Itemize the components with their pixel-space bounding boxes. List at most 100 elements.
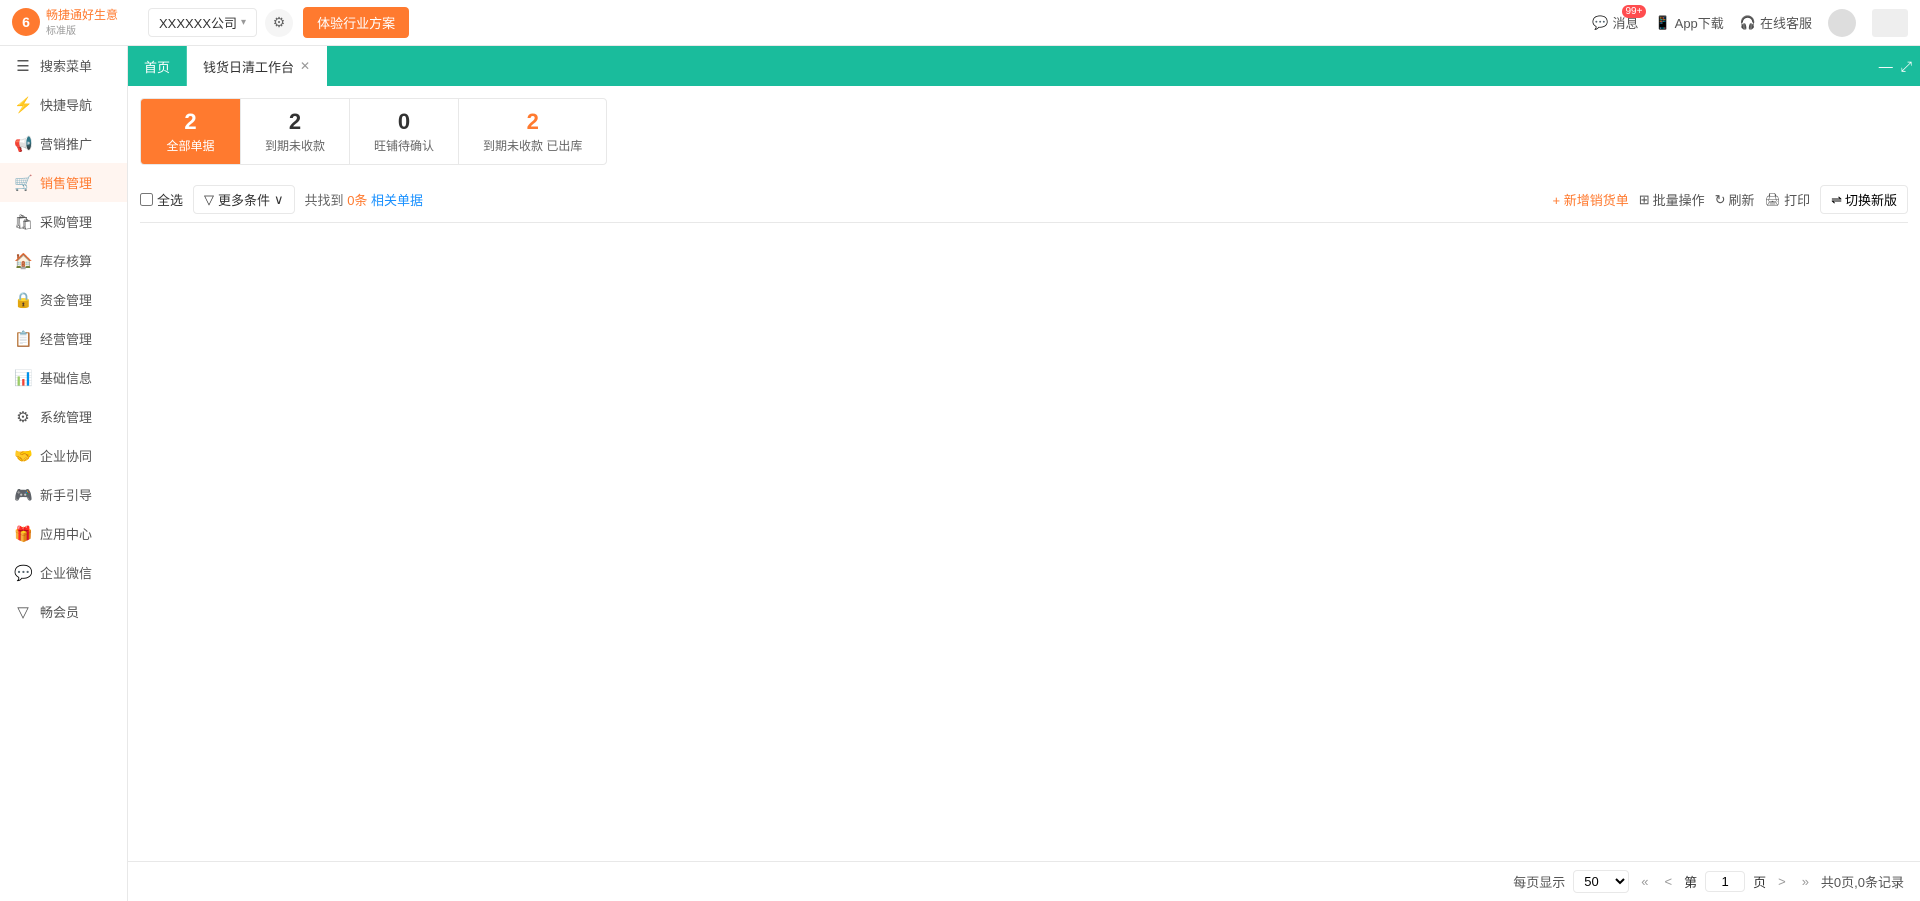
message-action[interactable]: 💬 消息 99+ (1592, 13, 1638, 32)
download-icon: 📱 (1654, 15, 1670, 31)
batch-operation-button[interactable]: ⊞ 批量操作 (1639, 190, 1705, 209)
sidebar-label-beginner: 新手引导 (40, 485, 92, 504)
filter-chevron: ∨ (274, 192, 284, 208)
sidebar-item-enterprise-wechat[interactable]: 💬 企业微信 (0, 553, 127, 592)
sidebar-label-quick-nav: 快捷导航 (40, 95, 92, 114)
switch-icon: ⇌ (1831, 192, 1842, 208)
logo-text: 畅捷通好生意 (46, 8, 118, 22)
finance-icon: 🔒 (14, 291, 32, 309)
batch-label: 批量操作 (1653, 190, 1705, 209)
sidebar-label-sales: 销售管理 (40, 173, 92, 192)
sidebar-item-app-center[interactable]: 🎁 应用中心 (0, 514, 127, 553)
settings-button[interactable]: ⚙ (265, 9, 293, 37)
sidebar-item-vip[interactable]: ▽ 畅会员 (0, 592, 127, 631)
found-text: 共找到 0条 相关单据 (305, 190, 424, 209)
first-page-button[interactable]: « (1637, 872, 1652, 891)
sidebar-item-beginner[interactable]: 🎮 新手引导 (0, 475, 127, 514)
basic-info-icon: 📊 (14, 369, 32, 387)
more-filter-button[interactable]: ▽ 更多条件 ∨ (193, 185, 295, 214)
gear-icon: ⚙ (273, 14, 286, 31)
page-number-input[interactable] (1705, 871, 1745, 892)
tab-maximize-button[interactable]: ⤢ (1901, 58, 1912, 75)
toolbar-left: 全选 ▽ 更多条件 ∨ 共找到 0条 相关单据 (140, 185, 423, 214)
sidebar-label-finance: 资金管理 (40, 290, 92, 309)
message-icon: 💬 (1592, 15, 1608, 31)
switch-label: 切换新版 (1845, 190, 1897, 209)
refresh-button[interactable]: ↻ 刷新 (1715, 190, 1755, 209)
next-page-button[interactable]: > (1774, 872, 1790, 891)
select-all-checkbox[interactable]: 全选 (140, 190, 183, 209)
system-icon: ⚙ (14, 408, 32, 426)
sidebar-item-quick-nav[interactable]: ⚡ 快捷导航 (0, 85, 127, 124)
sidebar-item-system[interactable]: ⚙ 系统管理 (0, 397, 127, 436)
stat-label-overdue: 到期未收款 (265, 137, 325, 154)
page-size-select[interactable]: 50 100 200 (1573, 870, 1629, 893)
company-selector[interactable]: XXXXXX公司 ▾ (148, 8, 257, 37)
logo-icon: 6 (12, 8, 40, 36)
stat-tab-wangpu[interactable]: 0 旺铺待确认 (350, 99, 459, 164)
tab-home-label: 首页 (144, 57, 170, 76)
tab-workbench-close[interactable]: ✕ (300, 59, 310, 73)
tab-workbench[interactable]: 钱货日清工作台 ✕ (187, 46, 327, 86)
sidebar-item-marketing[interactable]: 📢 营销推广 (0, 124, 127, 163)
sidebar-label-basic-info: 基础信息 (40, 368, 92, 387)
sidebar-label-search-menu: 搜索菜单 (40, 56, 92, 75)
stat-tab-overdue[interactable]: 2 到期未收款 (241, 99, 350, 164)
logo-area: 6 畅捷通好生意 标准版 (12, 8, 140, 37)
tab-workbench-label: 钱货日清工作台 (203, 57, 294, 76)
filter-icon: ▽ (204, 192, 214, 208)
top-header: 6 畅捷通好生意 标准版 XXXXXX公司 ▾ ⚙ 体验行业方案 💬 消息 99… (0, 0, 1920, 46)
message-badge: 99+ (1622, 5, 1647, 18)
avatar[interactable] (1828, 9, 1856, 37)
stat-tab-overdue-shipped[interactable]: 2 到期未收款 已出库 (459, 99, 606, 164)
refresh-icon: ↻ (1715, 192, 1726, 208)
switch-version-button[interactable]: ⇌ 切换新版 (1820, 185, 1908, 214)
sidebar-item-inventory[interactable]: 🏠 库存核算 (0, 241, 127, 280)
sidebar-item-basic-info[interactable]: 📊 基础信息 (0, 358, 127, 397)
stat-num-overdue: 2 (265, 109, 325, 135)
sidebar-label-enterprise-coop: 企业协同 (40, 446, 92, 465)
sidebar-item-sales[interactable]: 🛒 销售管理 (0, 163, 127, 202)
sidebar-label-inventory: 库存核算 (40, 251, 92, 270)
sidebar-item-purchase[interactable]: 🛍 采购管理 (0, 202, 127, 241)
stat-num-wangpu: 0 (374, 109, 434, 135)
company-name: XXXXXX公司 (159, 13, 237, 32)
app-download-label: App下载 (1675, 13, 1724, 32)
content-inner: 2 全部单据 2 到期未收款 0 旺铺待确认 2 到期未收款 已出库 全选 (128, 86, 1920, 901)
tab-home[interactable]: 首页 (128, 46, 187, 86)
user-menu[interactable] (1872, 9, 1908, 37)
enterprise-coop-icon: 🤝 (14, 447, 32, 465)
stat-label-overdue-shipped: 到期未收款 已出库 (483, 137, 582, 154)
last-page-button[interactable]: » (1798, 872, 1813, 891)
prev-page-button[interactable]: < (1660, 872, 1676, 891)
sidebar-label-system: 系统管理 (40, 407, 92, 426)
inventory-icon: 🏠 (14, 252, 32, 270)
sidebar-item-operations[interactable]: 📋 经营管理 (0, 319, 127, 358)
main-content: 2 全部单据 2 到期未收款 0 旺铺待确认 2 到期未收款 已出库 全选 (128, 86, 1920, 901)
header-right: 💬 消息 99+ 📱 App下载 🎧 在线客服 (1592, 9, 1908, 37)
print-button[interactable]: 🖨 打印 (1765, 190, 1811, 209)
app-download-action[interactable]: 📱 App下载 (1654, 13, 1723, 32)
toolbar-right: + 新增销货单 ⊞ 批量操作 ↻ 刷新 🖨 打印 ⇌ 切换新版 (1552, 185, 1908, 214)
found-prefix: 共找到 (305, 193, 344, 208)
print-icon: 🖨 (1765, 192, 1782, 208)
sidebar-item-search-menu[interactable]: ☰ 搜索菜单 (0, 46, 127, 85)
page-unit: 页 (1753, 872, 1766, 891)
stat-num-all: 2 (165, 109, 216, 135)
operations-icon: 📋 (14, 330, 32, 348)
stat-tab-all[interactable]: 2 全部单据 (141, 99, 241, 164)
sidebar-label-operations: 经营管理 (40, 329, 92, 348)
filter-label: 更多条件 (218, 190, 270, 209)
stat-label-all: 全部单据 (165, 137, 216, 154)
batch-icon: ⊞ (1639, 192, 1650, 208)
select-all-input[interactable] (140, 193, 153, 206)
online-service-action[interactable]: 🎧 在线客服 (1740, 13, 1812, 32)
vip-icon: ▽ (14, 603, 32, 621)
sidebar-item-finance[interactable]: 🔒 资金管理 (0, 280, 127, 319)
related-doc-link[interactable]: 相关单据 (371, 193, 423, 208)
tab-minimize-button[interactable]: — (1879, 58, 1893, 74)
add-sale-order-button[interactable]: + 新增销货单 (1552, 190, 1628, 209)
industry-button[interactable]: 体验行业方案 (303, 7, 409, 38)
sidebar-item-enterprise-coop[interactable]: 🤝 企业协同 (0, 436, 127, 475)
chevron-down-icon: ▾ (241, 17, 246, 28)
